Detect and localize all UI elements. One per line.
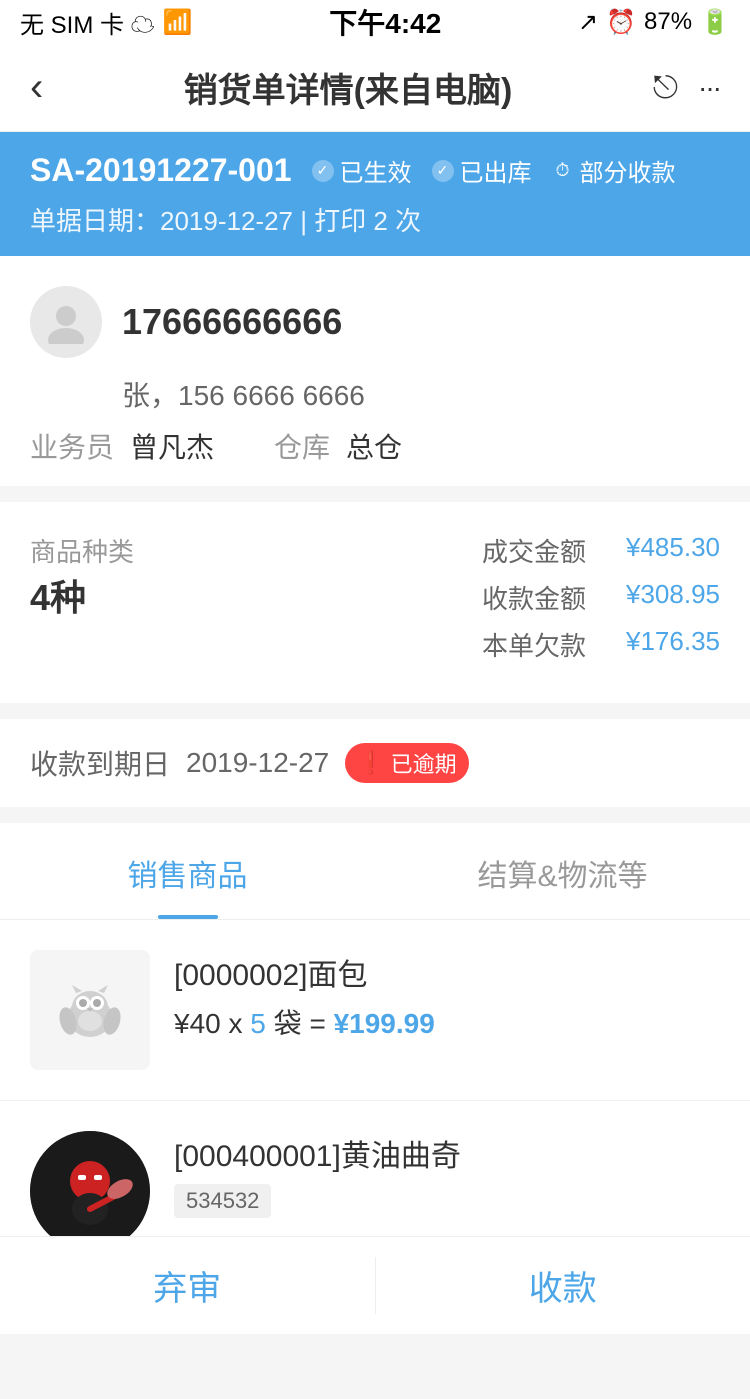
warehouse-info: 仓库 总仓 <box>274 426 402 466</box>
tabs: 销售商品 结算&物流等 <box>0 823 750 920</box>
clock-icon: ⏱ <box>552 160 574 182</box>
product-thumbnail-2 <box>30 1131 150 1251</box>
check-icon-2: ✓ <box>432 160 454 182</box>
badge-outbound: ✓ 已出库 <box>432 153 532 188</box>
battery-level: 87% <box>644 8 692 36</box>
tab-products[interactable]: 销售商品 <box>0 823 375 919</box>
nav-right: ⎋ ··· <box>653 69 720 107</box>
share-button[interactable]: ⎋ <box>653 69 678 107</box>
location-icon: ↗ <box>578 8 598 37</box>
overdue-badge: ❗ 已逾期 <box>345 743 468 783</box>
customer-phone: 17666666666 <box>122 301 342 343</box>
confirm-button[interactable]: 收款 <box>376 1237 750 1334</box>
bottom-bar: 弃审 收款 <box>0 1236 750 1334</box>
product-type-label: 商品种类 <box>30 532 134 569</box>
status-time: 下午4:42 <box>329 2 441 42</box>
status-right: ↗ ⏰ 87% 🔋 <box>578 8 730 37</box>
back-button[interactable]: ‹ <box>30 65 43 110</box>
order-header: SA-20191227-001 ✓ 已生效 ✓ 已出库 ⏱ 部分收款 单据日期：… <box>0 132 750 256</box>
summary-section: 商品种类 4种 成交金额 ¥485.30 收款金额 ¥308.95 本单欠款 ¥… <box>0 502 750 703</box>
page-title: 销货单详情(来自电脑) <box>184 63 513 112</box>
order-date: 单据日期：2019-12-27 | 打印 2 次 <box>30 201 720 238</box>
avatar <box>30 286 102 358</box>
product-name-2: [000400001]黄油曲奇 <box>174 1131 720 1175</box>
list-item: [0000002]面包 ¥40 x 5 袋 = ¥199.99 <box>0 920 750 1101</box>
nav-left: ‹ <box>30 65 43 110</box>
owed-amount-row: 本单欠款 ¥176.35 <box>482 626 720 663</box>
badge-effective: ✓ 已生效 <box>312 153 412 188</box>
customer-section: 17666666666 张，156 6666 6666 业务员 曾凡杰 仓库 总… <box>0 256 750 486</box>
product-info-1: [0000002]面包 ¥40 x 5 袋 = ¥199.99 <box>174 950 720 1042</box>
due-date-value: 2019-12-27 <box>186 747 329 779</box>
more-button[interactable]: ··· <box>698 72 720 104</box>
deal-amount-row: 成交金额 ¥485.30 <box>482 532 720 569</box>
tab-settlement[interactable]: 结算&物流等 <box>375 823 750 919</box>
salesperson-info: 业务员 曾凡杰 <box>30 426 214 466</box>
product-sku-2: 534532 <box>174 1184 271 1218</box>
network-status: 无 SIM 卡 ☁ <box>20 5 155 40</box>
received-amount-row: 收款金额 ¥308.95 <box>482 579 720 616</box>
product-type-value: 4种 <box>30 569 134 621</box>
due-date-section: 收款到期日 2019-12-27 ❗ 已逾期 <box>0 719 750 807</box>
cancel-button[interactable]: 弃审 <box>0 1237 375 1334</box>
warning-icon: ❗ <box>357 750 384 776</box>
product-thumbnail-1 <box>30 950 150 1070</box>
battery-icon: 🔋 <box>700 8 730 37</box>
due-date-label: 收款到期日 <box>30 743 170 783</box>
badge-partial: ⏱ 部分收款 <box>552 153 676 188</box>
product-name-1: [0000002]面包 <box>174 950 720 994</box>
customer-name: 张，156 6666 6666 <box>30 374 720 414</box>
status-left: 无 SIM 卡 ☁ 📶 <box>20 5 193 40</box>
alarm-icon: ⏰ <box>606 8 636 37</box>
status-bar: 无 SIM 卡 ☁ 📶 下午4:42 ↗ ⏰ 87% 🔋 <box>0 0 750 44</box>
wifi-icon: 📶 <box>163 8 193 37</box>
check-icon-1: ✓ <box>312 160 334 182</box>
product-price-1: ¥40 x 5 袋 = ¥199.99 <box>174 1002 720 1042</box>
order-id: SA-20191227-001 <box>30 152 292 189</box>
nav-bar: ‹ 销货单详情(来自电脑) ⎋ ··· <box>0 44 750 132</box>
